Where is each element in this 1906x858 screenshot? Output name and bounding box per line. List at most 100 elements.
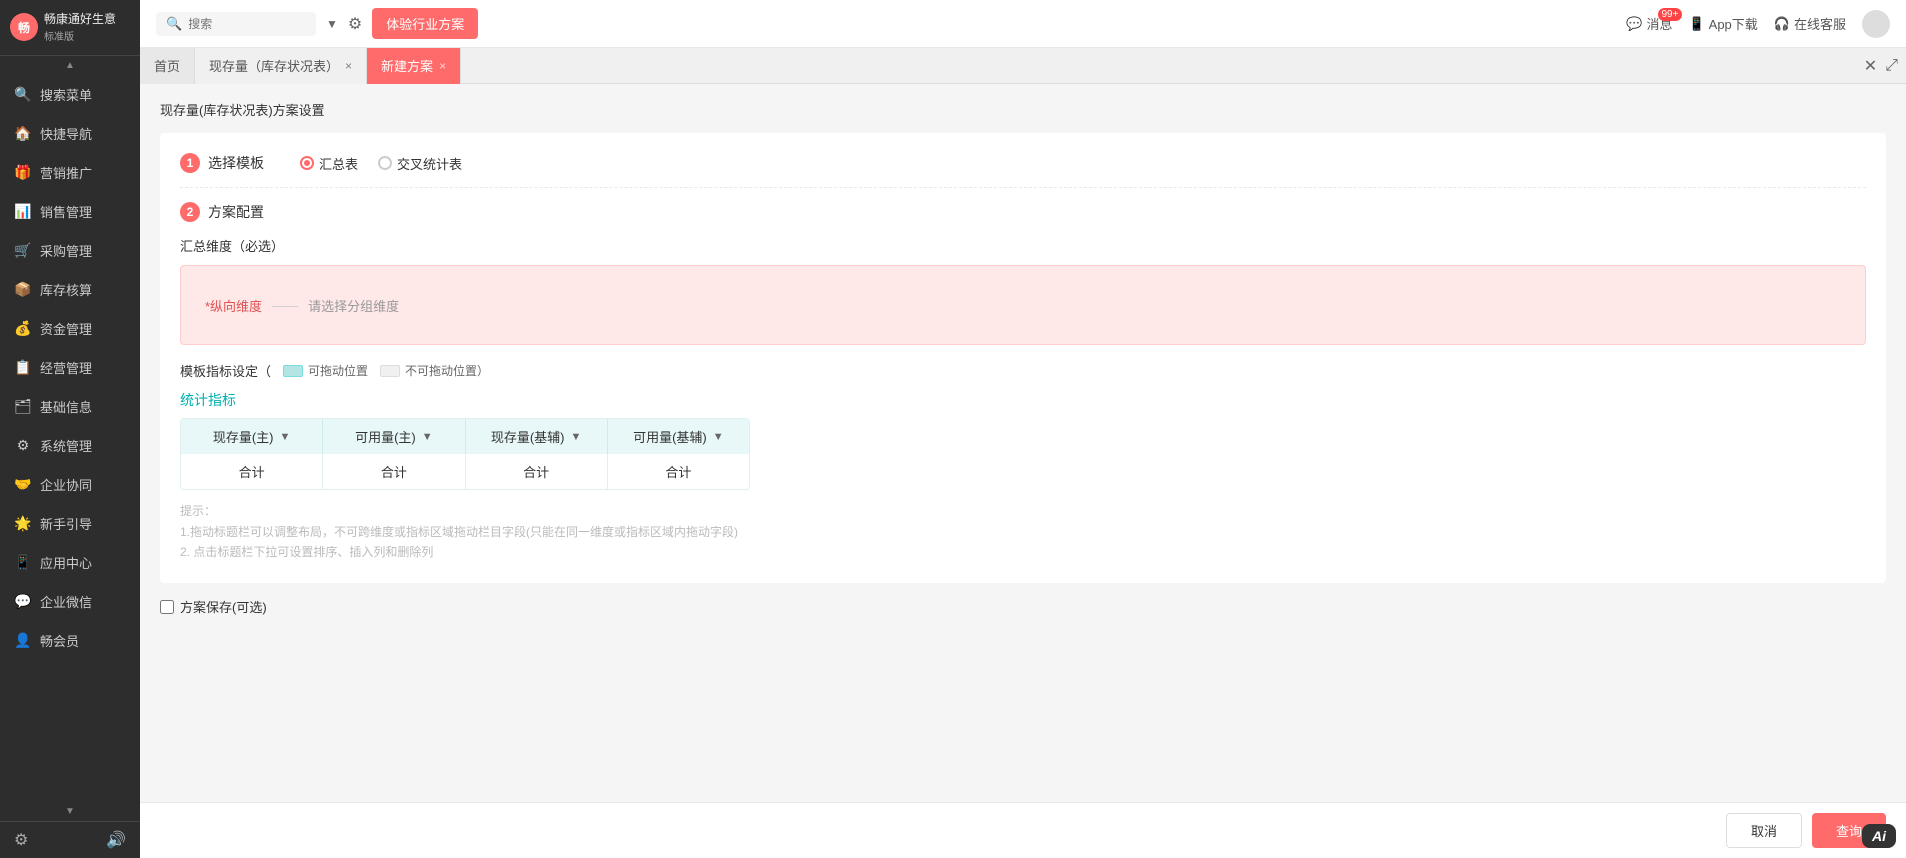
tab-home-label: 首页 (154, 56, 180, 75)
tab-inventory[interactable]: 现存量（库存状况表） × (195, 48, 367, 84)
step2-header: 2 方案配置 (180, 202, 1866, 222)
sidebar-item-label: 快捷导航 (40, 124, 92, 143)
sidebar-item-marketing[interactable]: 🎁 营销推广 (0, 153, 140, 192)
sidebar-item-operation[interactable]: 📋 经营管理 (0, 348, 140, 387)
dim-placeholder: 请选择分组维度 (308, 296, 399, 315)
sidebar-item-label: 系统管理 (40, 436, 92, 455)
app-name: 畅康通好生意 (44, 12, 116, 28)
vertical-dim-label: *纵向维度 (205, 296, 262, 315)
sidebar-item-label: 营销推广 (40, 163, 92, 182)
dim-dash: —— (272, 298, 298, 313)
tab-new-plan[interactable]: 新建方案 × (367, 48, 461, 84)
sidebar-item-sales[interactable]: 📊 销售管理 (0, 192, 140, 231)
col-arrow-0[interactable]: ▼ (280, 431, 291, 443)
operation-icon: 📋 (14, 358, 32, 376)
tab-home[interactable]: 首页 (140, 48, 195, 84)
basic-info-icon: 🗂 (14, 397, 32, 415)
footer: 取消 查询 (140, 802, 1906, 858)
message-icon: 💬 (1626, 16, 1642, 32)
indicators-label-row: 模板指标设定（ 可拖动位置 不可拖动位置） (180, 361, 1866, 380)
topbar-search-box[interactable]: 🔍 (156, 12, 316, 36)
sidebar-item-finance[interactable]: 💰 资金管理 (0, 309, 140, 348)
col-header-0[interactable]: 现存量(主) ▼ (181, 419, 323, 454)
sidebar-item-inventory[interactable]: 📦 库存核算 (0, 270, 140, 309)
tab-close-all-btn[interactable]: ✕ (1864, 56, 1877, 76)
col-header-3[interactable]: 可用量(基辅) ▼ (608, 419, 749, 454)
sidebar-item-quick-nav[interactable]: 🏠 快捷导航 (0, 114, 140, 153)
search-menu-icon: 🔍 (14, 85, 32, 103)
sidebar-item-system[interactable]: ⚙ 系统管理 (0, 426, 140, 465)
col-arrow-2[interactable]: ▼ (571, 431, 582, 443)
plan-settings-card: 1 选择模板 汇总表 交叉统计表 2 方案配置 (160, 133, 1886, 583)
topbar-dropdown-btn[interactable]: ▼ (326, 17, 338, 31)
non-draggable-legend-label: 不可拖动位置） (405, 362, 489, 379)
radio-summary[interactable]: 汇总表 (300, 154, 358, 173)
dimension-selection-area[interactable]: *纵向维度 —— 请选择分组维度 (180, 265, 1866, 345)
draggable-legend-label: 可拖动位置 (308, 362, 368, 379)
app-download-icon: 📱 (1688, 16, 1704, 32)
message-badge: 99+ (1658, 8, 1683, 21)
stats-table-body: 合计 合计 合计 合计 (181, 454, 749, 489)
save-option-label: 方案保存(可选) (180, 597, 267, 616)
app-download-btn[interactable]: 📱 App下载 (1688, 14, 1757, 33)
wechat-icon: 💬 (14, 592, 32, 610)
sidebar-item-label: 新手引导 (40, 514, 92, 533)
stats-cell-0: 合计 (181, 454, 323, 489)
cancel-button[interactable]: 取消 (1726, 813, 1802, 848)
step1-number: 1 (180, 153, 200, 173)
sidebar-scroll-up[interactable]: ▲ (0, 56, 140, 75)
col-header-2[interactable]: 现存量(基辅) ▼ (466, 419, 608, 454)
marketing-icon: 🎁 (14, 163, 32, 181)
tab-expand-btn[interactable]: ⤢ (1885, 57, 1898, 75)
trial-btn[interactable]: 体验行业方案 (372, 8, 478, 39)
search-input[interactable] (188, 17, 288, 31)
sidebar-item-label: 采购管理 (40, 241, 92, 260)
sidebar-item-label: 畅会员 (40, 631, 79, 650)
col-arrow-3[interactable]: ▼ (713, 431, 724, 443)
non-draggable-legend-box (380, 365, 400, 377)
col-arrow-1[interactable]: ▼ (422, 431, 433, 443)
stats-cell-3: 合计 (608, 454, 749, 489)
sidebar-item-member[interactable]: 👤 畅会员 (0, 621, 140, 660)
sidebar-item-cooperation[interactable]: 🤝 企业协同 (0, 465, 140, 504)
sidebar-item-wechat[interactable]: 💬 企业微信 (0, 582, 140, 621)
save-checkbox[interactable] (160, 600, 174, 614)
topbar: 🔍 ▼ ⚙ 体验行业方案 💬 消息 99+ 📱 App下载 🎧 在线客服 (140, 0, 1906, 48)
template-radio-group: 汇总表 交叉统计表 (300, 154, 462, 173)
app-center-icon: 📱 (14, 553, 32, 571)
draggable-legend-box (283, 365, 303, 377)
sidebar-item-label: 企业协同 (40, 475, 92, 494)
settings-icon[interactable]: ⚙ (14, 830, 28, 850)
sidebar-item-basic-info[interactable]: 🗂 基础信息 (0, 387, 140, 426)
sidebar-item-label: 应用中心 (40, 553, 92, 572)
stats-title: 统计指标 (180, 390, 1866, 410)
system-icon: ⚙ (14, 436, 32, 454)
radio-cross[interactable]: 交叉统计表 (378, 154, 462, 173)
sidebar-item-search-menu[interactable]: 🔍 搜索菜单 (0, 75, 140, 114)
sidebar-item-new-guide[interactable]: 🌟 新手引导 (0, 504, 140, 543)
save-option-row: 方案保存(可选) (160, 597, 1886, 616)
purchase-icon: 🛒 (14, 241, 32, 259)
tab-new-plan-close[interactable]: × (439, 59, 446, 73)
sidebar-scroll-down[interactable]: ▼ (0, 802, 140, 821)
online-service-btn[interactable]: 🎧 在线客服 (1774, 14, 1846, 33)
non-draggable-legend: 不可拖动位置） (380, 362, 489, 379)
user-avatar[interactable] (1862, 10, 1890, 38)
stats-table: 现存量(主) ▼ 可用量(主) ▼ 现存量(基辅) ▼ 可用量(基辅) ▼ (180, 418, 750, 490)
search-icon: 🔍 (166, 16, 182, 32)
tab-inventory-close[interactable]: × (345, 59, 352, 73)
messages-btn[interactable]: 💬 消息 99+ (1626, 14, 1672, 33)
app-logo-icon: 畅 (10, 13, 38, 41)
service-label: 在线客服 (1794, 14, 1846, 33)
col-header-1[interactable]: 可用量(主) ▼ (323, 419, 465, 454)
topbar-gear-icon[interactable]: ⚙ (348, 14, 362, 34)
sidebar-item-label: 库存核算 (40, 280, 92, 299)
radio-cross-label: 交叉统计表 (397, 154, 462, 173)
sidebar-item-app-center[interactable]: 📱 应用中心 (0, 543, 140, 582)
service-icon: 🎧 (1774, 16, 1790, 32)
audio-icon[interactable]: 🔊 (106, 830, 126, 850)
col-name-0: 现存量(主) (213, 427, 274, 446)
main-area: 🔍 ▼ ⚙ 体验行业方案 💬 消息 99+ 📱 App下载 🎧 在线客服 (140, 0, 1906, 858)
sidebar-item-purchase[interactable]: 🛒 采购管理 (0, 231, 140, 270)
radio-summary-label: 汇总表 (319, 154, 358, 173)
